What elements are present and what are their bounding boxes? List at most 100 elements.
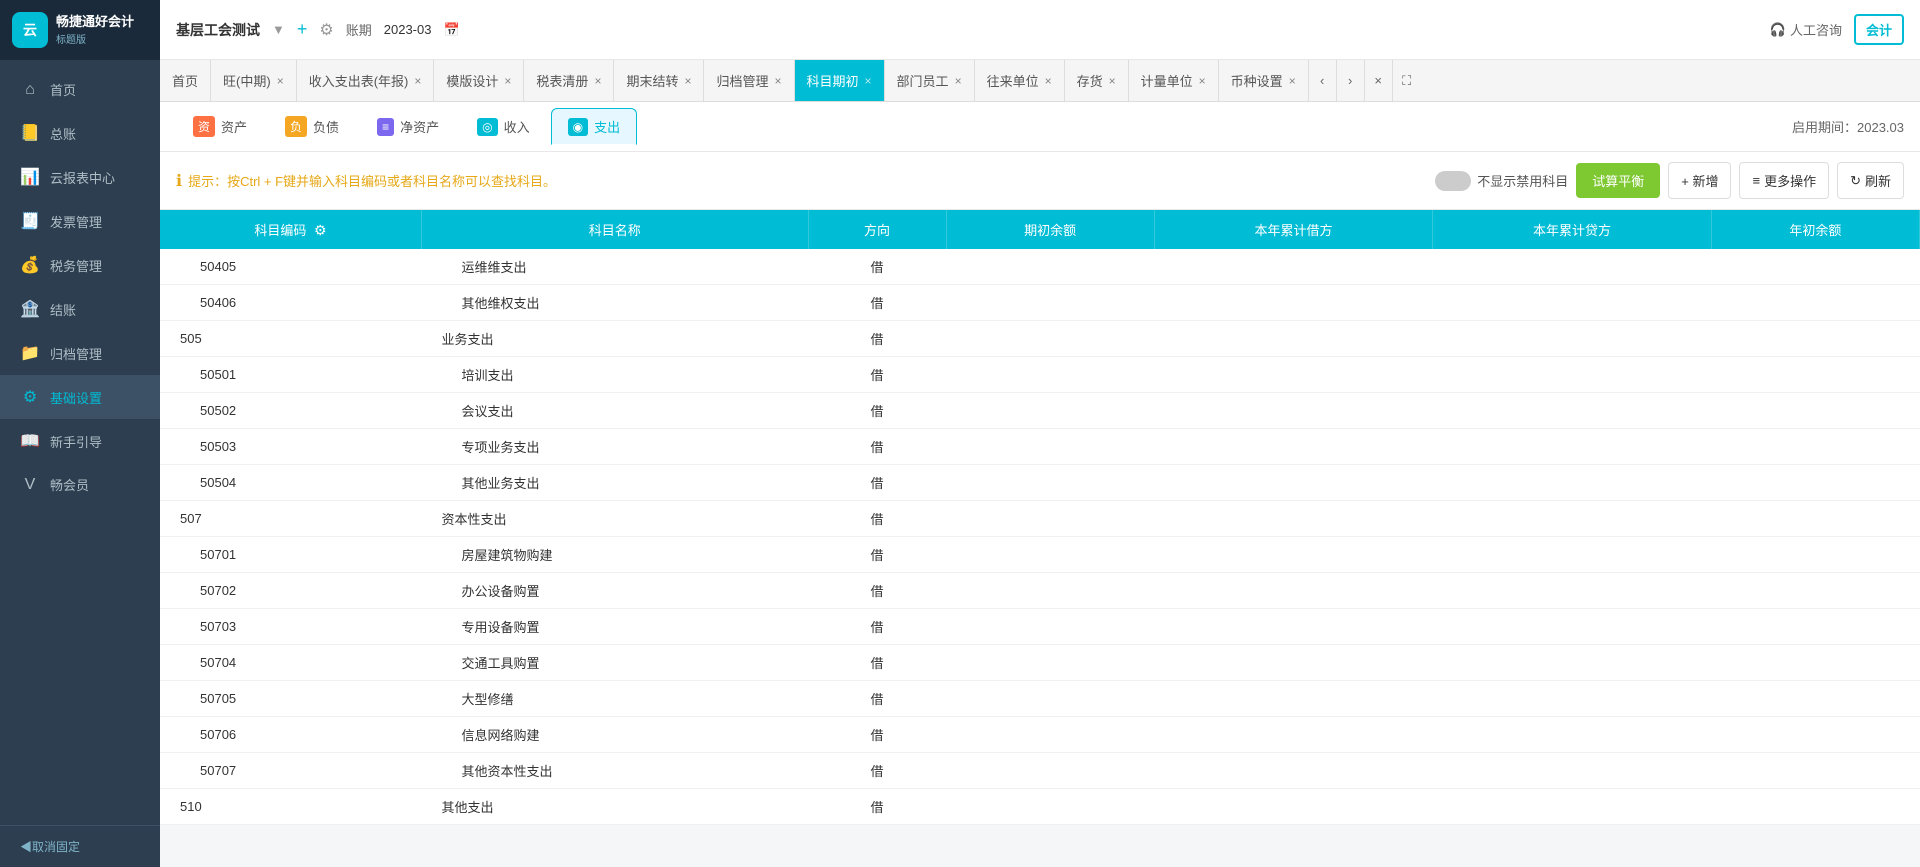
cell-year-init [1711, 249, 1919, 285]
tab-next-button[interactable]: › [1337, 60, 1365, 102]
sidebar-item-settings[interactable]: ⚙ 基础设置 [0, 375, 160, 419]
tab-template[interactable]: 模版设计× [434, 60, 524, 102]
data-table: 科目编码 ⚙ 科目名称 方向 期初余额 本年累计借方 本年累计贷方 年初余额 5… [160, 210, 1920, 825]
tab-subject-init[interactable]: 科目期初× [795, 60, 885, 102]
tab-close-icon[interactable]: × [955, 74, 962, 88]
tab-tax[interactable]: 税表清册× [524, 60, 614, 102]
tab-period-end[interactable]: 期末结转× [614, 60, 704, 102]
cell-year-init [1711, 573, 1919, 609]
sub-tab-liability[interactable]: 负 负债 [268, 107, 356, 146]
tab-currency[interactable]: 币种设置× [1219, 60, 1309, 102]
table-row[interactable]: 510 其他支出 借 [160, 789, 1920, 825]
more-actions-button[interactable]: ≡ 更多操作 [1739, 162, 1829, 199]
table-row[interactable]: 505 业务支出 借 [160, 321, 1920, 357]
company-dropdown-icon[interactable]: ▼ [272, 22, 285, 37]
settings-icon[interactable]: ⚙ [319, 20, 333, 40]
tab-unit[interactable]: 计量单位× [1129, 60, 1219, 102]
tab-close-icon[interactable]: × [775, 74, 782, 88]
table-row[interactable]: 50405 运维维支出 借 [160, 249, 1920, 285]
calc-balance-button[interactable]: 试算平衡 [1576, 163, 1660, 198]
cell-direction: 借 [808, 717, 946, 753]
toggle-track[interactable] [1435, 171, 1471, 191]
table-row[interactable]: 50707 其他资本性支出 借 [160, 753, 1920, 789]
add-button[interactable]: + 新增 [1668, 162, 1731, 199]
cell-ytd-debit [1154, 393, 1433, 429]
ledger-icon: 📒 [20, 123, 40, 143]
add-company-button[interactable]: + [297, 19, 308, 40]
tab-dept[interactable]: 部门员工× [885, 60, 975, 102]
tab-close-icon[interactable]: × [684, 74, 691, 88]
tab-close-icon[interactable]: × [594, 74, 601, 88]
header-right: 🎧 人工咨询 会计 [1770, 14, 1904, 45]
cell-year-init [1711, 717, 1919, 753]
sub-tab-expense[interactable]: ◉ 支出 [551, 108, 638, 145]
sidebar-item-guide[interactable]: 📖 新手引导 [0, 419, 160, 463]
tab-close-all-button[interactable]: × [1365, 60, 1393, 102]
sub-tab-net-asset[interactable]: ≡ 净资产 [360, 108, 456, 145]
main-area: 基层工会测试 ▼ + ⚙ 账期 2023-03 📅 🎧 人工咨询 会计 首页 旺… [160, 0, 1920, 867]
tab-close-icon[interactable]: × [1109, 74, 1116, 88]
table-row[interactable]: 507 资本性支出 借 [160, 501, 1920, 537]
tab-close-icon[interactable]: × [1045, 74, 1052, 88]
table-row[interactable]: 50705 大型修缮 借 [160, 681, 1920, 717]
cell-ytd-debit [1154, 285, 1433, 321]
tab-close-icon[interactable]: × [865, 74, 872, 88]
sidebar-item-home[interactable]: ⌂ 首页 [0, 68, 160, 111]
sidebar-collapse[interactable]: ◀取消固定 [0, 825, 160, 867]
reports-icon: 📊 [20, 167, 40, 187]
user-role-badge[interactable]: 会计 [1854, 14, 1904, 45]
col-settings-icon[interactable]: ⚙ [314, 222, 327, 238]
table-row[interactable]: 50501 培训支出 借 [160, 357, 1920, 393]
tab-close-icon[interactable]: × [504, 74, 511, 88]
tab-home[interactable]: 首页 [160, 60, 211, 102]
refresh-icon: ↻ [1850, 173, 1861, 189]
table-row[interactable]: 50706 信息网络购建 借 [160, 717, 1920, 753]
table-row[interactable]: 50702 办公设备购置 借 [160, 573, 1920, 609]
sidebar-item-invoice[interactable]: 🧾 发票管理 [0, 199, 160, 243]
sidebar-item-reports[interactable]: 📊 云报表中心 [0, 155, 160, 199]
table-row[interactable]: 50406 其他维权支出 借 [160, 285, 1920, 321]
sidebar-item-tax[interactable]: 💰 税务管理 [0, 243, 160, 287]
sidebar-item-settle[interactable]: 🏦 结账 [0, 287, 160, 331]
table-row[interactable]: 50503 专项业务支出 借 [160, 429, 1920, 465]
tab-expand-button[interactable]: ⛶ [1393, 60, 1421, 102]
cell-code: 50504 [160, 465, 421, 501]
tab-vendor[interactable]: 往来单位× [975, 60, 1065, 102]
cell-ytd-credit [1433, 465, 1712, 501]
period-value: 2023-03 [384, 22, 432, 37]
tab-close-icon[interactable]: × [1289, 74, 1296, 88]
sidebar-item-member[interactable]: V 畅会员 [0, 463, 160, 506]
cell-direction: 借 [808, 573, 946, 609]
table-row[interactable]: 50502 会议支出 借 [160, 393, 1920, 429]
tab-income[interactable]: 收入支出表(年报)× [297, 60, 435, 102]
cell-init-balance [946, 393, 1154, 429]
help-button[interactable]: 🎧 人工咨询 [1770, 20, 1842, 39]
cell-name: 办公设备购置 [421, 573, 808, 609]
cell-name: 其他资本性支出 [421, 753, 808, 789]
cell-ytd-debit [1154, 321, 1433, 357]
cell-name: 会议支出 [421, 393, 808, 429]
tab-archive[interactable]: 归档管理× [704, 60, 794, 102]
tab-close-icon[interactable]: × [1199, 74, 1206, 88]
cell-name: 资本性支出 [421, 501, 808, 537]
cell-direction: 借 [808, 789, 946, 825]
sub-tab-income[interactable]: ◎ 收入 [460, 108, 547, 145]
tab-mid[interactable]: 旺(中期)× [211, 60, 297, 102]
sub-tab-asset[interactable]: 资 资产 [176, 107, 264, 146]
sidebar-item-ledger[interactable]: 📒 总账 [0, 111, 160, 155]
sidebar-item-archive[interactable]: 📁 归档管理 [0, 331, 160, 375]
table-row[interactable]: 50504 其他业务支出 借 [160, 465, 1920, 501]
calendar-icon[interactable]: 📅 [443, 22, 459, 38]
cell-ytd-credit [1433, 321, 1712, 357]
tab-stock[interactable]: 存货× [1065, 60, 1129, 102]
table-row[interactable]: 50701 房屋建筑物购建 借 [160, 537, 1920, 573]
tab-close-icon[interactable]: × [277, 74, 284, 88]
table-row[interactable]: 50704 交通工具购置 借 [160, 645, 1920, 681]
sidebar-item-label: 税务管理 [50, 256, 102, 275]
table-row[interactable]: 50703 专用设备购置 借 [160, 609, 1920, 645]
tab-close-icon[interactable]: × [414, 74, 421, 88]
refresh-button[interactable]: ↻ 刷新 [1837, 162, 1904, 199]
disable-toggle[interactable]: 不显示禁用科目 [1435, 171, 1568, 191]
tab-prev-button[interactable]: ‹ [1309, 60, 1337, 102]
cell-ytd-debit [1154, 681, 1433, 717]
